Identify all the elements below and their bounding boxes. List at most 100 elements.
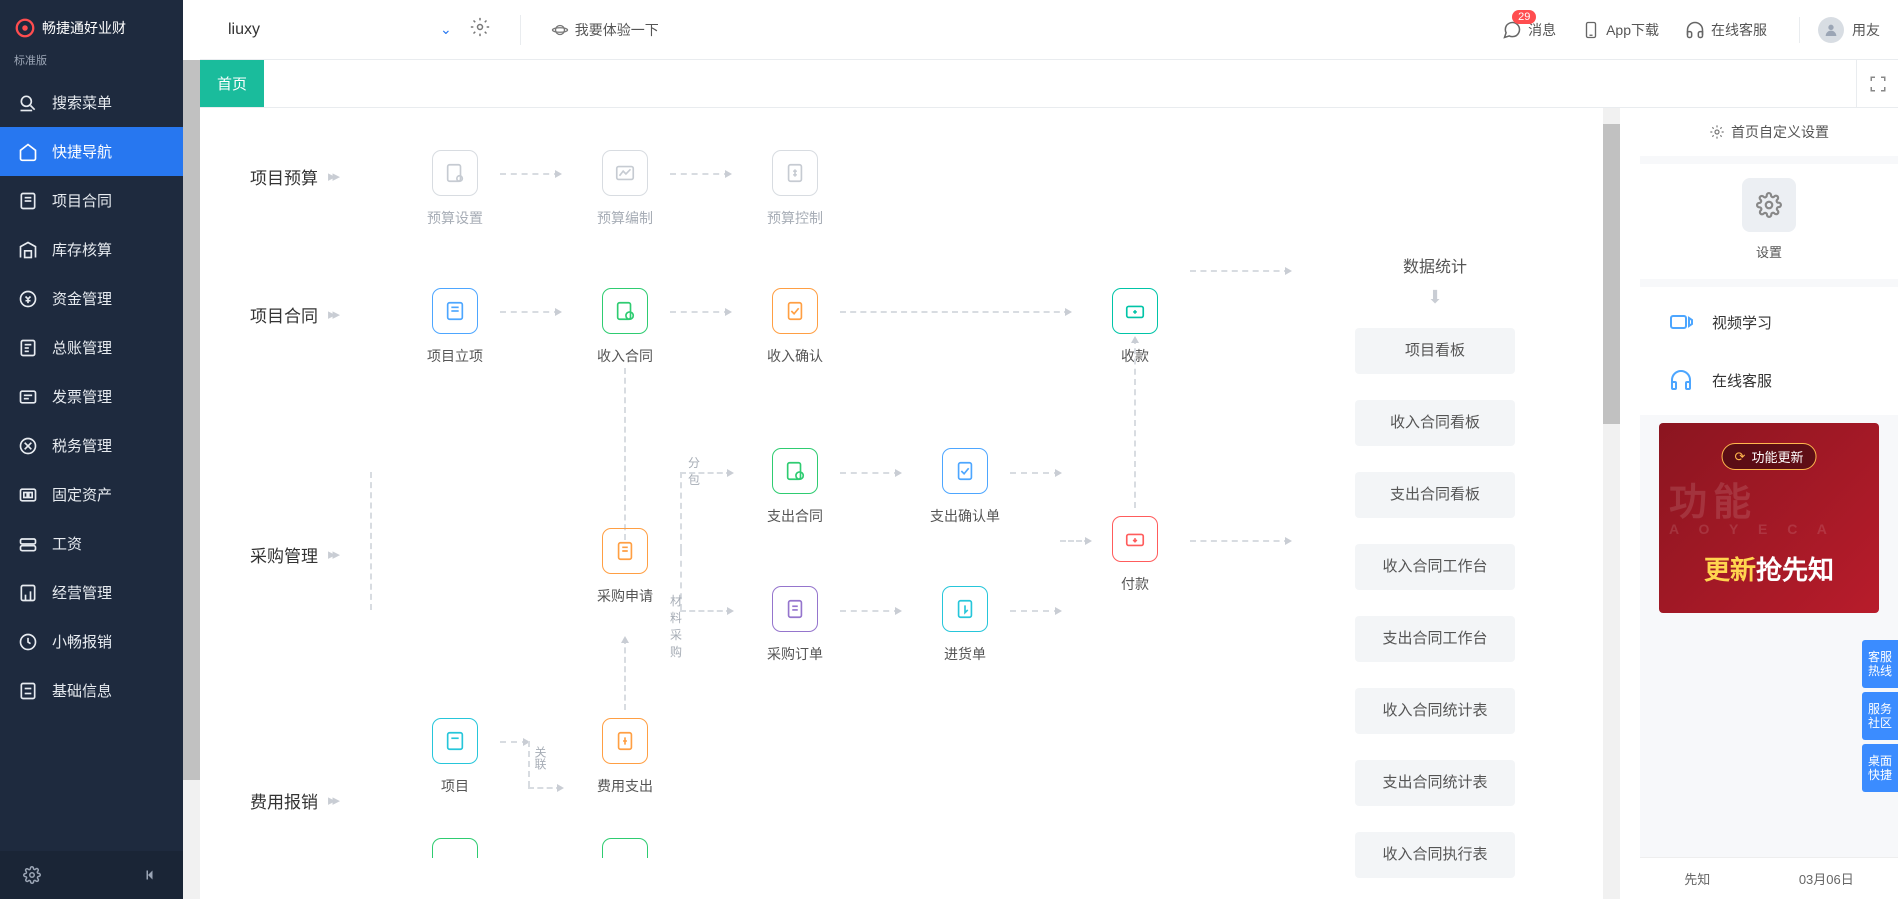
- row-title-expense: 费用报销▸▸: [250, 774, 370, 826]
- flow-row-budget: 项目预算▸▸ 预算设置 预算编制 预算控制: [200, 150, 1620, 228]
- topbar: liuxy ⌄ 我要体验一下 消息 29 App下载 在线客服 用友: [200, 0, 1898, 60]
- salary-icon: [18, 534, 38, 554]
- link-service[interactable]: 在线客服: [1640, 351, 1898, 409]
- phone-icon: [1582, 20, 1600, 40]
- org-name: liuxy: [228, 21, 260, 39]
- node-goods-in[interactable]: 进货单: [880, 586, 1050, 664]
- doc-icon: [18, 191, 38, 211]
- stat-button-1[interactable]: 收入合同看板: [1355, 400, 1515, 446]
- content-scrollbar[interactable]: [1603, 108, 1620, 899]
- sidebar-item-5[interactable]: 总账管理: [0, 323, 183, 372]
- node-payment[interactable]: 付款: [1050, 516, 1220, 594]
- stats-arrow-icon: ⬇: [1355, 287, 1515, 308]
- node-purchase-request[interactable]: 采购申请: [540, 528, 710, 606]
- settings-card: 设置: [1640, 164, 1898, 279]
- try-label: 我要体验一下: [575, 20, 659, 40]
- node-income-confirm[interactable]: 收入确认: [710, 288, 880, 366]
- node-expense-confirm[interactable]: 支出确认单: [880, 448, 1050, 526]
- warehouse-icon: [18, 240, 38, 260]
- sidebar-scrollbar[interactable]: [183, 60, 200, 899]
- user-menu[interactable]: 用友: [1799, 17, 1880, 43]
- node-cutoff-1: [432, 838, 478, 858]
- custom-header: 首页自定义设置: [1640, 108, 1898, 156]
- try-button[interactable]: 我要体验一下: [551, 20, 659, 40]
- reimburse-icon: [18, 632, 38, 652]
- app-name: 畅捷通好业财: [42, 18, 126, 38]
- quick-links: 视频学习 在线客服: [1640, 287, 1898, 415]
- stat-button-6[interactable]: 支出合同统计表: [1355, 760, 1515, 806]
- node-project[interactable]: 项目: [370, 718, 540, 796]
- divider: [520, 15, 521, 45]
- sidebar-item-12[interactable]: 基础信息: [0, 666, 183, 715]
- side-tab-community[interactable]: 服务社区: [1862, 692, 1898, 740]
- promo-banner[interactable]: ⟳功能更新 功能 A O Y E C A 更新抢先知: [1659, 423, 1879, 613]
- row-title-contract: 项目合同▸▸: [250, 288, 370, 340]
- stat-button-5[interactable]: 收入合同统计表: [1355, 688, 1515, 734]
- side-tab-shortcut[interactable]: 桌面快捷: [1862, 744, 1898, 792]
- sidebar-item-11[interactable]: 小畅报销: [0, 617, 183, 666]
- sidebar-menu: 搜索菜单快捷导航项目合同库存核算资金管理总账管理发票管理税务管理固定资产工资经营…: [0, 78, 183, 715]
- node-budget-edit[interactable]: 预算编制: [540, 150, 710, 228]
- node-budget-setup[interactable]: 预算设置: [370, 150, 540, 228]
- promo-tag: ⟳功能更新: [1722, 443, 1817, 470]
- node-project-init[interactable]: 项目立项: [370, 288, 540, 366]
- video-icon: [1668, 309, 1694, 335]
- stat-button-2[interactable]: 支出合同看板: [1355, 472, 1515, 518]
- sidebar-item-3[interactable]: 库存核算: [0, 225, 183, 274]
- link-video[interactable]: 视频学习: [1640, 293, 1898, 351]
- biz-icon: [18, 583, 38, 603]
- money-icon: [18, 289, 38, 309]
- side-tab-hotline[interactable]: 客服热线: [1862, 640, 1898, 688]
- sidebar-item-6[interactable]: 发票管理: [0, 372, 183, 421]
- sidebar-item-4[interactable]: 资金管理: [0, 274, 183, 323]
- avatar-icon: [1818, 17, 1844, 43]
- home-icon: [18, 142, 38, 162]
- stat-button-4[interactable]: 支出合同工作台: [1355, 616, 1515, 662]
- row-title-purchase: 采购管理▸▸: [250, 528, 370, 580]
- settings-button[interactable]: [1742, 178, 1796, 232]
- stat-button-7[interactable]: 收入合同执行表: [1355, 832, 1515, 878]
- node-expense-contract[interactable]: 支出合同: [710, 448, 880, 526]
- message-badge: 29: [1512, 10, 1536, 24]
- org-settings-icon[interactable]: [470, 17, 490, 42]
- sidebar-item-1[interactable]: 快捷导航: [0, 127, 183, 176]
- logo-icon: [14, 17, 36, 39]
- invoice-icon: [18, 387, 38, 407]
- sidebar: 畅捷通好业财 标准版 搜索菜单快捷导航项目合同库存核算资金管理总账管理发票管理税…: [0, 0, 183, 899]
- stat-button-0[interactable]: 项目看板: [1355, 328, 1515, 374]
- flowchart-area: 项目预算▸▸ 预算设置 预算编制 预算控制 项目合同▸▸ 项目立项: [200, 108, 1620, 899]
- asset-icon: [18, 485, 38, 505]
- gear-icon: [1709, 124, 1725, 140]
- settings-icon[interactable]: [22, 865, 42, 885]
- service-button[interactable]: 在线客服: [1685, 20, 1767, 40]
- top-actions: 消息 29 App下载 在线客服 用友: [1502, 17, 1880, 43]
- node-income-contract[interactable]: 收入合同: [540, 288, 710, 366]
- sidebar-item-0[interactable]: 搜索菜单: [0, 78, 183, 127]
- user-name: 用友: [1852, 20, 1880, 40]
- sidebar-item-9[interactable]: 工资: [0, 519, 183, 568]
- node-purchase-order[interactable]: 采购订单: [710, 586, 880, 664]
- planet-icon: [551, 21, 569, 39]
- sidebar-item-10[interactable]: 经营管理: [0, 568, 183, 617]
- side-tabs: 客服热线 服务社区 桌面快捷: [1862, 640, 1898, 796]
- base-icon: [18, 681, 38, 701]
- org-selector[interactable]: liuxy ⌄: [228, 21, 452, 39]
- node-budget-control[interactable]: 预算控制: [710, 150, 880, 228]
- stat-button-3[interactable]: 收入合同工作台: [1355, 544, 1515, 590]
- sidebar-item-7[interactable]: 税务管理: [0, 421, 183, 470]
- sidebar-item-2[interactable]: 项目合同: [0, 176, 183, 225]
- download-button[interactable]: App下载: [1582, 20, 1659, 40]
- ledger-icon: [18, 338, 38, 358]
- fullscreen-icon[interactable]: [1856, 60, 1898, 108]
- tab-bar: 首页: [200, 60, 1898, 108]
- tab-home[interactable]: 首页: [200, 60, 264, 107]
- headset-icon: [1668, 367, 1694, 393]
- node-expense[interactable]: 费用支出: [540, 718, 710, 796]
- sidebar-item-8[interactable]: 固定资产: [0, 470, 183, 519]
- right-footer: 先知 03月06日: [1640, 857, 1898, 899]
- tax-icon: [18, 436, 38, 456]
- chevron-down-icon: ⌄: [440, 21, 452, 38]
- collapse-icon[interactable]: [141, 865, 161, 885]
- messages-button[interactable]: 消息 29: [1502, 20, 1556, 40]
- logo: 畅捷通好业财: [0, 0, 183, 52]
